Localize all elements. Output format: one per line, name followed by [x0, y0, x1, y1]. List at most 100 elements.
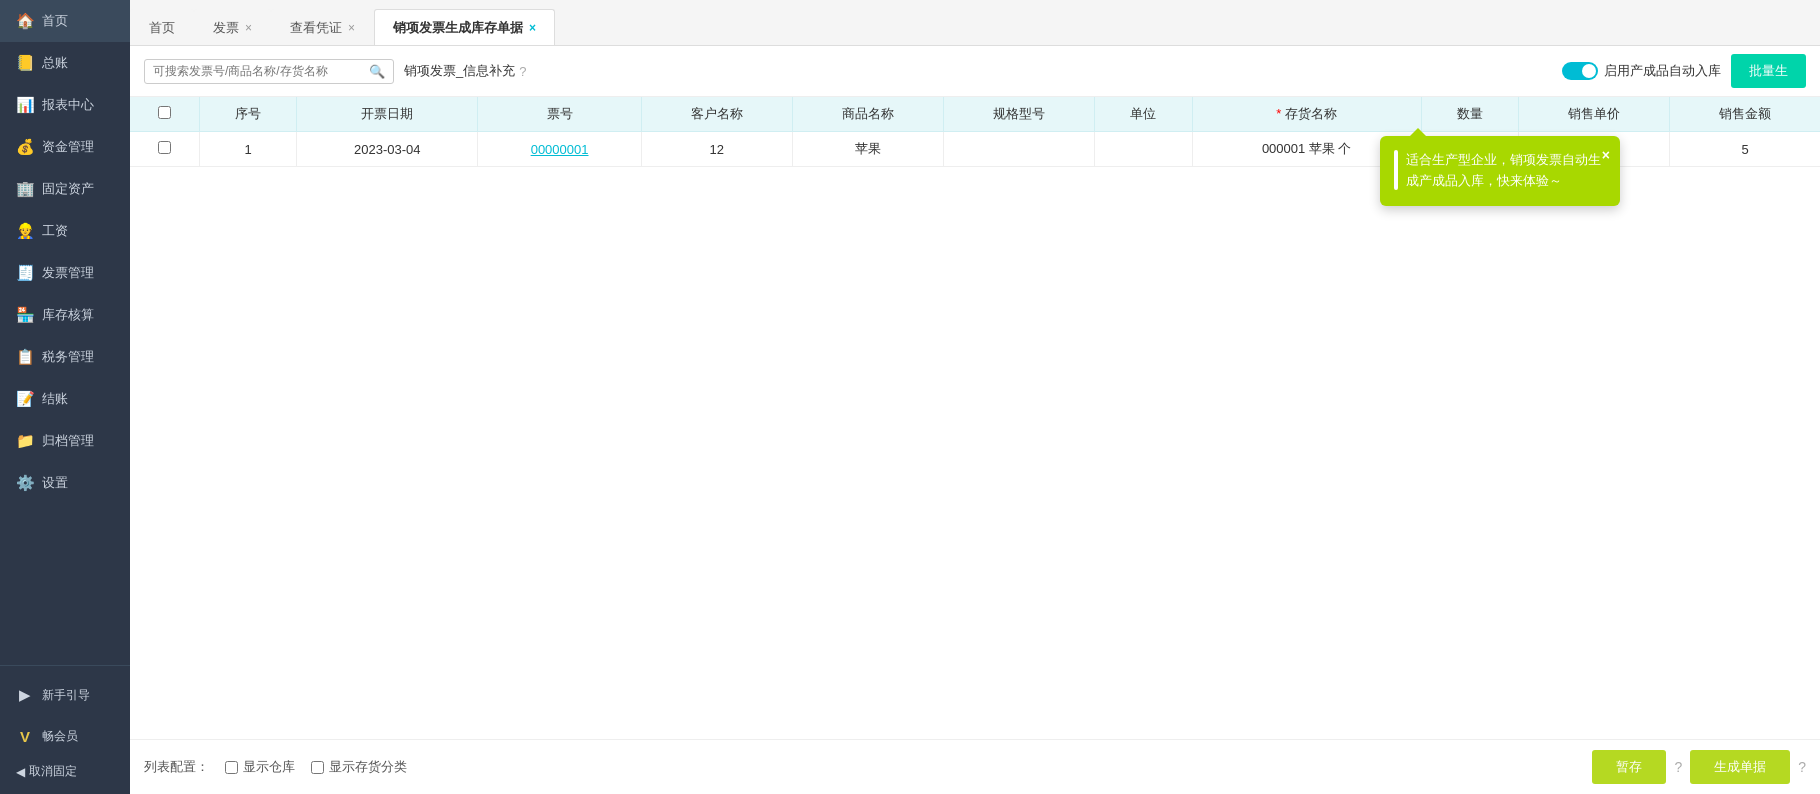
row-model	[944, 132, 1095, 167]
col-product: 商品名称	[792, 97, 943, 132]
col-model: 规格型号	[944, 97, 1095, 132]
ledger-icon: 📒	[16, 54, 34, 72]
info-help-icon[interactable]: ?	[519, 64, 526, 79]
row-amount: 5	[1670, 132, 1820, 167]
auto-import-label: 启用产成品自动入库	[1604, 62, 1721, 80]
page-content: 🔍 销项发票_信息补充 ? 启用产成品自动入库 批量生	[130, 46, 1820, 794]
row-date: 2023-03-04	[297, 132, 478, 167]
tax-icon: 📋	[16, 348, 34, 366]
fixed-assets-icon: 🏢	[16, 180, 34, 198]
tab-invoice[interactable]: 发票 ×	[194, 9, 271, 45]
sidebar-item-home[interactable]: 🏠 首页	[0, 0, 130, 42]
sidebar-item-invoice-mgmt-label: 发票管理	[42, 264, 94, 282]
generate-help-icon[interactable]: ?	[1798, 759, 1806, 775]
tab-voucher-close[interactable]: ×	[348, 22, 355, 34]
sidebar-bottom: ▶ 新手引导 V 畅会员 ◀ 取消固定	[0, 665, 130, 794]
sidebar-item-tax[interactable]: 📋 税务管理	[0, 336, 130, 378]
tooltip-accent-bar	[1394, 150, 1398, 190]
select-all-checkbox[interactable]	[158, 106, 171, 119]
row-checkbox[interactable]	[158, 141, 171, 154]
sidebar-item-ledger-label: 总账	[42, 54, 68, 72]
member-icon: V	[16, 728, 34, 745]
tab-sales-return-close[interactable]: ×	[529, 22, 536, 34]
tooltip-text: 适合生产型企业，销项发票自动生成产成品入库，快来体验～	[1406, 152, 1601, 188]
col-qty: 数量	[1421, 97, 1518, 132]
tab-invoice-close[interactable]: ×	[245, 22, 252, 34]
sidebar-item-reports-label: 报表中心	[42, 96, 94, 114]
row-number[interactable]: 00000001	[478, 132, 641, 167]
unfix-arrow-icon: ◀	[16, 765, 25, 779]
tab-sales-return[interactable]: 销项发票生成库存单据 ×	[374, 9, 555, 45]
search-icon: 🔍	[369, 64, 385, 79]
guide-icon: ▶	[16, 686, 34, 704]
sidebar-item-invoice-mgmt[interactable]: 🧾 发票管理	[0, 252, 130, 294]
col-unit: 单位	[1095, 97, 1192, 132]
list-config: 列表配置： 显示仓库 显示存货分类	[144, 758, 407, 776]
sidebar-item-accounting[interactable]: 📝 结账	[0, 378, 130, 420]
home-icon: 🏠	[16, 12, 34, 30]
col-date: 开票日期	[297, 97, 478, 132]
tab-sales-return-label: 销项发票生成库存单据	[393, 19, 523, 37]
row-customer: 12	[641, 132, 792, 167]
sidebar-item-tax-label: 税务管理	[42, 348, 94, 366]
col-inventory: * 存货名称	[1192, 97, 1421, 132]
sidebar-item-home-label: 首页	[42, 12, 68, 30]
auto-import-toggle[interactable]	[1562, 62, 1598, 80]
save-button[interactable]: 暂存	[1592, 750, 1666, 784]
tab-voucher[interactable]: 查看凭证 ×	[271, 9, 374, 45]
sidebar-item-settings-label: 设置	[42, 474, 68, 492]
sidebar-item-member-label: 畅会员	[42, 728, 78, 745]
sidebar-item-settings[interactable]: ⚙️ 设置	[0, 462, 130, 504]
sidebar-item-accounting-label: 结账	[42, 390, 68, 408]
tab-voucher-label: 查看凭证	[290, 19, 342, 37]
main-content: 首页 发票 × 查看凭证 × 销项发票生成库存单据 × 🔍 销项发票_信息补充 …	[130, 0, 1820, 794]
sidebar-item-fixed-assets[interactable]: 🏢 固定资产	[0, 168, 130, 210]
funds-icon: 💰	[16, 138, 34, 156]
bottom-bar: 列表配置： 显示仓库 显示存货分类 暂存 ? 生成单据 ?	[130, 739, 1820, 794]
tab-bar: 首页 发票 × 查看凭证 × 销项发票生成库存单据 ×	[130, 0, 1820, 46]
batch-generate-button[interactable]: 批量生	[1731, 54, 1806, 88]
sidebar-item-inventory[interactable]: 🏪 库存核算	[0, 294, 130, 336]
col-customer: 客户名称	[641, 97, 792, 132]
sidebar-item-payroll[interactable]: 👷 工资	[0, 210, 130, 252]
show-warehouse-label[interactable]: 显示仓库	[225, 758, 295, 776]
invoice-mgmt-icon: 🧾	[16, 264, 34, 282]
list-config-label: 列表配置：	[144, 758, 209, 776]
sidebar: 🏠 首页 📒 总账 📊 报表中心 💰 资金管理 🏢 固定资产 👷 工资 🧾 发票…	[0, 0, 130, 794]
unfix-label[interactable]: ◀ 取消固定	[0, 757, 130, 786]
sidebar-item-reports[interactable]: 📊 报表中心	[0, 84, 130, 126]
save-help-icon[interactable]: ?	[1674, 759, 1682, 775]
sidebar-item-funds-label: 资金管理	[42, 138, 94, 156]
show-warehouse-checkbox[interactable]	[225, 761, 238, 774]
col-checkbox	[130, 97, 199, 132]
tab-home-label: 首页	[149, 19, 175, 37]
show-inventory-category-checkbox[interactable]	[311, 761, 324, 774]
search-area[interactable]: 🔍	[144, 59, 394, 84]
row-checkbox-cell	[130, 132, 199, 167]
generate-button[interactable]: 生成单据	[1690, 750, 1790, 784]
sidebar-item-archive-label: 归档管理	[42, 432, 94, 450]
tab-invoice-label: 发票	[213, 19, 239, 37]
sidebar-item-archive[interactable]: 📁 归档管理	[0, 420, 130, 462]
sidebar-item-guide-label: 新手引导	[42, 687, 90, 704]
toolbar: 🔍 销项发票_信息补充 ? 启用产成品自动入库 批量生	[130, 46, 1820, 97]
show-inventory-category-label[interactable]: 显示存货分类	[311, 758, 407, 776]
col-seq: 序号	[199, 97, 296, 132]
sidebar-item-funds[interactable]: 💰 资金管理	[0, 126, 130, 168]
sidebar-item-ledger[interactable]: 📒 总账	[0, 42, 130, 84]
search-input[interactable]	[153, 64, 369, 78]
sidebar-item-member[interactable]: V 畅会员	[0, 716, 130, 757]
row-unit	[1095, 132, 1192, 167]
sidebar-item-guide[interactable]: ▶ 新手引导	[0, 674, 130, 716]
sidebar-item-inventory-label: 库存核算	[42, 306, 94, 324]
payroll-icon: 👷	[16, 222, 34, 240]
table-header: 序号 开票日期 票号 客户名称 商品名称 规格型号 单位 * 存货名称 数量 销…	[130, 97, 1820, 132]
reports-icon: 📊	[16, 96, 34, 114]
tooltip-close-button[interactable]: ×	[1602, 144, 1610, 166]
row-product: 苹果	[792, 132, 943, 167]
tab-home[interactable]: 首页	[130, 9, 194, 45]
archive-icon: 📁	[16, 432, 34, 450]
auto-import-area: 启用产成品自动入库	[1562, 62, 1721, 80]
row-seq: 1	[199, 132, 296, 167]
col-number: 票号	[478, 97, 641, 132]
